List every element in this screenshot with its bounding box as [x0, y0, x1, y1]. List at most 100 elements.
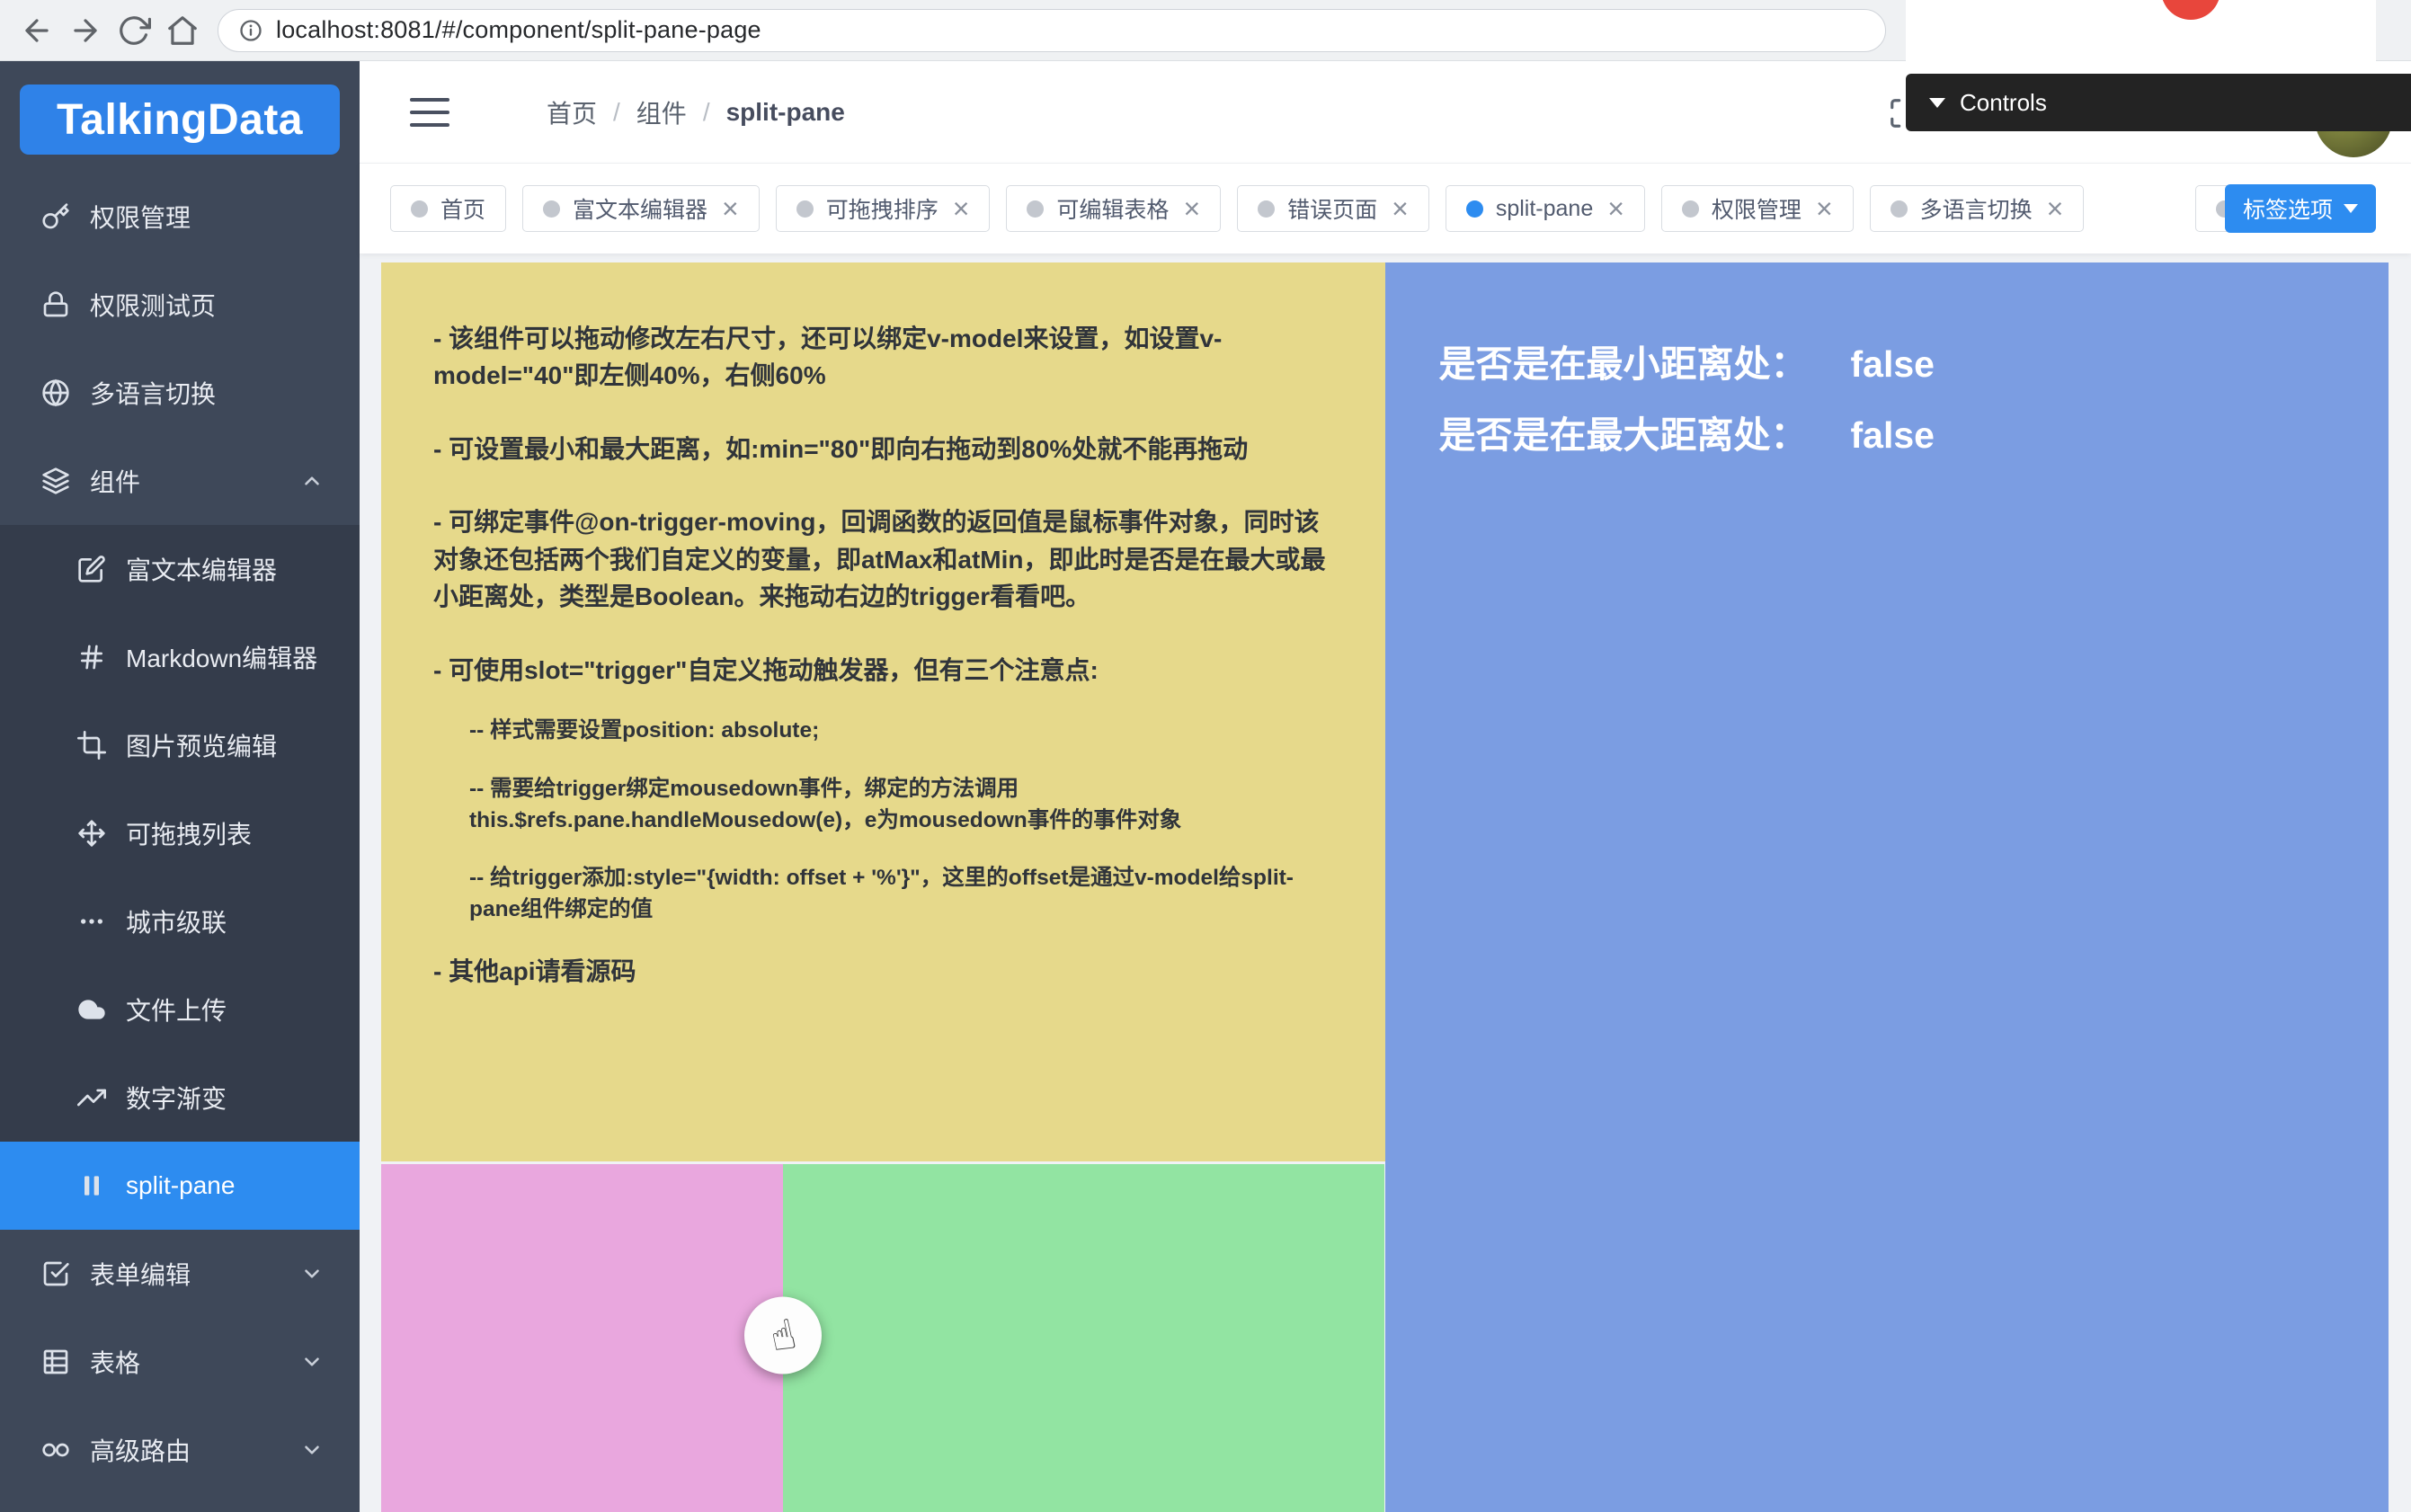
sidebar-item-file-upload[interactable]: 文件上传 [0, 965, 360, 1054]
address-bar[interactable]: localhost:8081/#/component/split-pane-pa… [218, 8, 1886, 52]
tab-label: 可编辑表格 [1056, 198, 1170, 223]
chevron-down-icon [300, 1262, 324, 1285]
sidebar-item-components[interactable]: 组件 [0, 437, 360, 525]
sidebar-item-table[interactable]: 表格 [0, 1318, 360, 1406]
sidebar: TalkingData 权限管理 权限测试页 多语言切换 组件 富文本编辑器 M… [0, 61, 360, 1512]
status-max-label: 是否是在最大距离处： [1438, 414, 1808, 456]
app-root: TalkingData 权限管理 权限测试页 多语言切换 组件 富文本编辑器 M… [0, 61, 2411, 1512]
close-icon[interactable]: × [1183, 194, 1200, 223]
status-min-label: 是否是在最小距离处： [1438, 343, 1808, 385]
record-button[interactable] [2161, 0, 2220, 20]
home-icon[interactable] [165, 13, 200, 48]
tab-home[interactable]: 首页 [390, 185, 507, 232]
sidebar-item-label: 数字渐变 [126, 1085, 227, 1113]
sidebar-item-label: 多语言切换 [90, 380, 217, 408]
tab-dot [1027, 200, 1045, 218]
tab-dot-active [1465, 200, 1483, 218]
tab-permission-mgmt[interactable]: 权限管理 × [1660, 185, 1854, 232]
note-paragraph: - 可设置最小和最大距离，如:min="80"即向右拖动到80%处就不能再拖动 [433, 434, 1249, 463]
note-paragraph: - 其他api请看源码 [433, 956, 636, 985]
forward-icon[interactable] [68, 13, 102, 48]
app-logo: TalkingData [20, 84, 340, 155]
tab-dot [1890, 200, 1908, 218]
tab-label: 多语言切换 [1919, 198, 2033, 223]
chevron-up-icon [300, 469, 324, 493]
sidebar-item-form-edit[interactable]: 表单编辑 [0, 1230, 360, 1318]
drag-trigger-handle[interactable]: ☝ [743, 1296, 822, 1374]
tab-drag-sort[interactable]: 可拖拽排序 × [775, 185, 991, 232]
tab-split-pane[interactable]: split-pane × [1445, 185, 1645, 232]
close-icon[interactable]: × [2047, 194, 2064, 223]
status-max-value: false [1850, 414, 1935, 456]
tags-bar: 首页 富文本编辑器 × 可拖拽排序 × 可编辑表格 × 错误页面 × split… [360, 164, 2411, 253]
close-icon[interactable]: × [1816, 194, 1833, 223]
breadcrumb-separator: / [613, 97, 620, 126]
split-pane-demo: - 该组件可以拖动修改左右尺寸，还可以绑定v-model来设置，如设置v-mod… [381, 262, 2389, 1512]
tab-error-page[interactable]: 错误页面 × [1237, 185, 1429, 232]
tag-options-button[interactable]: 标签选项 [2224, 184, 2376, 233]
tab-label: 错误页面 [1287, 198, 1378, 223]
note-paragraph: - 可绑定事件@on-trigger-moving，回调函数的返回值是鼠标事件对… [433, 508, 1326, 611]
close-icon[interactable]: × [1607, 194, 1624, 223]
breadcrumb-section[interactable]: 组件 [636, 94, 687, 130]
close-icon[interactable]: × [722, 194, 739, 223]
tab-rich-text-editor[interactable]: 富文本编辑器 × [522, 185, 760, 232]
tab-label: 富文本编辑器 [573, 198, 708, 223]
sidebar-item-label: 富文本编辑器 [126, 556, 278, 584]
status-min-value: false [1850, 343, 1935, 385]
back-icon[interactable] [20, 13, 54, 48]
lock-icon [41, 290, 70, 319]
sidebar-item-rich-text-editor[interactable]: 富文本编辑器 [0, 525, 360, 613]
cloud-upload-icon [77, 995, 106, 1024]
note-subitem: -- 样式需要设置position: absolute; [469, 718, 820, 743]
status-line-min: 是否是在最小距离处： false [1439, 329, 2389, 400]
sidebar-item-image-preview-edit[interactable]: 图片预览编辑 [0, 701, 360, 789]
globe-icon [41, 378, 70, 407]
split-left-column: - 该组件可以拖动修改左右尺寸，还可以绑定v-model来设置，如设置v-mod… [381, 262, 1385, 1512]
close-icon[interactable]: × [1392, 194, 1409, 223]
tab-dot [543, 200, 561, 218]
sidebar-item-permission-mgmt[interactable]: 权限管理 [0, 173, 360, 261]
breadcrumb-separator: / [702, 97, 710, 126]
check-square-icon [41, 1259, 70, 1288]
note-paragraph: - 该组件可以拖动修改左右尺寸，还可以绑定v-model来设置，如设置v-mod… [433, 325, 1223, 390]
nested-split-pane: ☝ [381, 1164, 1385, 1512]
sidebar-item-city-cascade[interactable]: 城市级联 [0, 877, 360, 965]
status-pane: 是否是在最小距离处： false 是否是在最大距离处： false [1384, 262, 2389, 1512]
tag-options-label: 标签选项 [2242, 198, 2333, 223]
breadcrumb-home[interactable]: 首页 [547, 94, 597, 130]
key-icon [41, 202, 70, 231]
tab-dot [1258, 200, 1276, 218]
sidebar-item-advanced-router[interactable]: 高级路由 [0, 1406, 360, 1494]
sidebar-item-markdown-editor[interactable]: Markdown编辑器 [0, 613, 360, 701]
tab-label: 首页 [440, 198, 486, 223]
menu-toggle-icon[interactable] [410, 97, 449, 127]
breadcrumb: 首页 / 组件 / split-pane [547, 94, 845, 130]
sidebar-item-draggable-list[interactable]: 可拖拽列表 [0, 789, 360, 877]
close-icon[interactable]: × [953, 194, 970, 223]
sidebar-item-label: Markdown编辑器 [126, 645, 318, 672]
nested-left-pane [381, 1164, 783, 1512]
infinity-icon [41, 1436, 70, 1464]
screen: localhost:8081/#/component/split-pane-pa… [0, 0, 2411, 1512]
sidebar-item-i18n[interactable]: 多语言切换 [0, 349, 360, 437]
sidebar-item-split-pane[interactable]: split-pane [0, 1142, 360, 1230]
site-info-icon[interactable] [238, 18, 263, 43]
recorder-panel [1906, 0, 2376, 74]
tab-i18n[interactable]: 多语言切换 × [1869, 185, 2085, 232]
sidebar-item-permission-test[interactable]: 权限测试页 [0, 261, 360, 349]
ellipsis-icon [77, 907, 106, 936]
sidebar-item-label: 表单编辑 [90, 1261, 191, 1289]
sidebar-item-number-animation[interactable]: 数字渐变 [0, 1054, 360, 1142]
reload-icon[interactable] [117, 13, 151, 48]
tab-editable-table[interactable]: 可编辑表格 × [1006, 185, 1222, 232]
status-line-max: 是否是在最大距离处： false [1439, 400, 2389, 471]
sidebar-item-label: 城市级联 [126, 909, 227, 937]
chevron-down-icon [300, 1350, 324, 1374]
hash-icon [77, 643, 106, 672]
caret-down-icon [1929, 97, 1945, 108]
page-content: - 该组件可以拖动修改左右尺寸，还可以绑定v-model来设置，如设置v-mod… [360, 253, 2411, 1512]
sidebar-item-label: 权限测试页 [90, 292, 217, 320]
recorder-controls-bar[interactable]: Controls [1906, 74, 2411, 131]
sidebar-item-label: 图片预览编辑 [126, 733, 278, 760]
